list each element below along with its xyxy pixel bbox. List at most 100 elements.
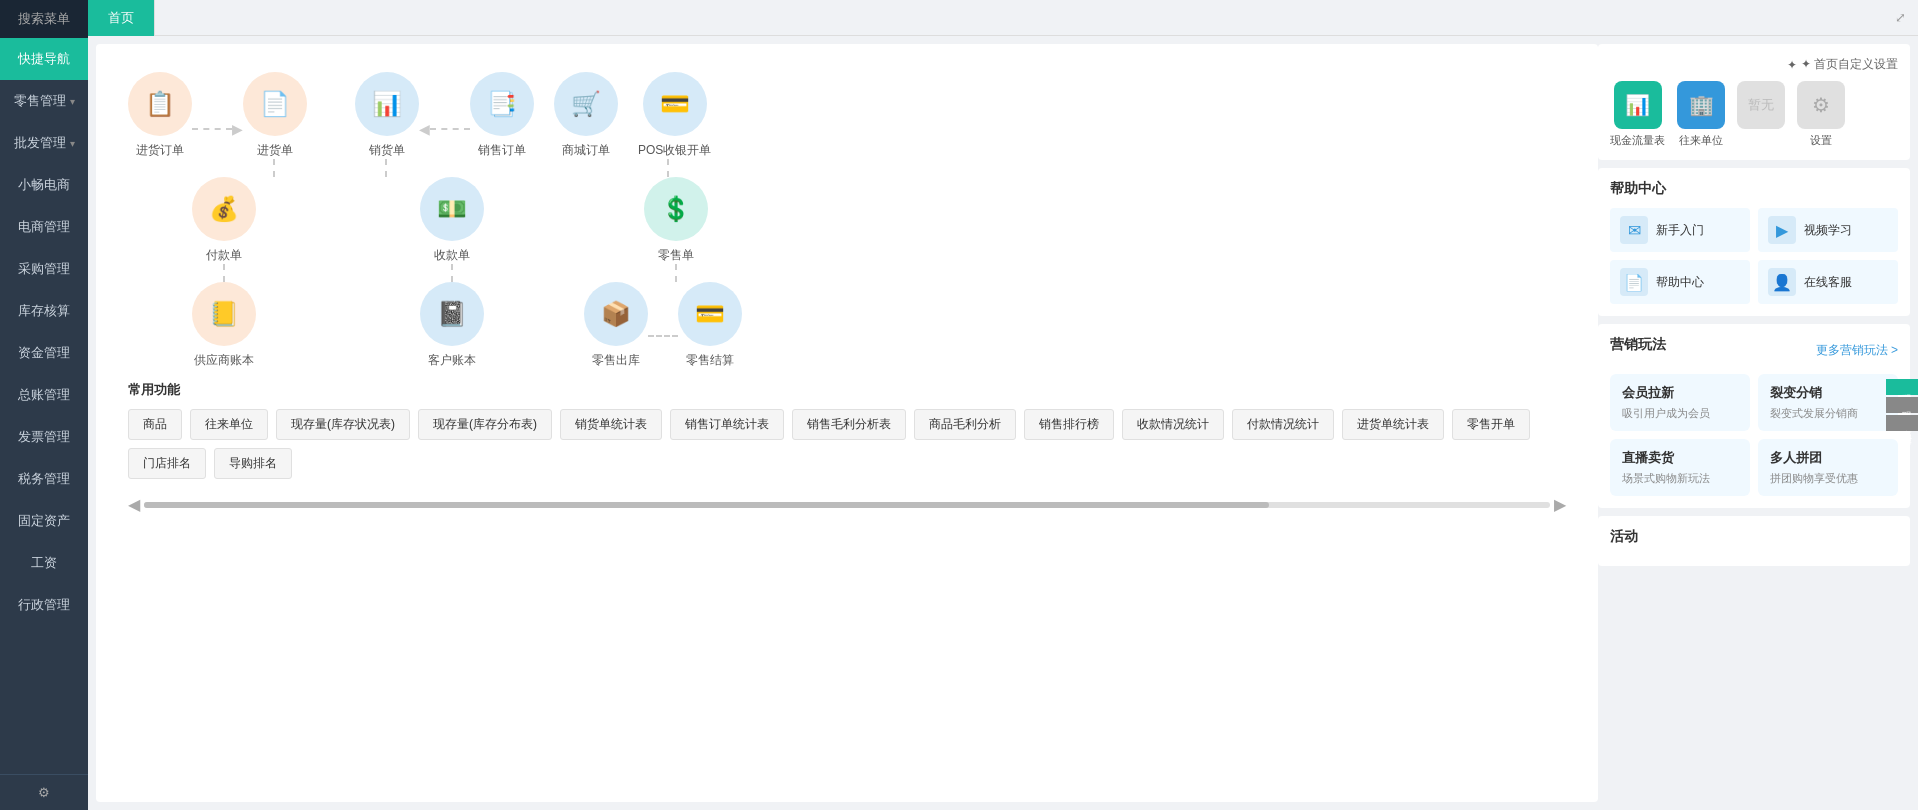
func-btn-sales-profit[interactable]: 销售毛利分析表 bbox=[792, 409, 906, 440]
marketing-item-fission[interactable]: 裂变分销 裂变式发展分销商 bbox=[1758, 374, 1898, 431]
func-btn-stock-status[interactable]: 现存量(库存状况表) bbox=[276, 409, 410, 440]
flow-node-purchase-order[interactable]: 📋 进货订单 bbox=[128, 72, 192, 159]
help-item-video[interactable]: ▶ 视频学习 bbox=[1758, 208, 1898, 252]
marketing-item-member[interactable]: 会员拉新 吸引用户成为会员 bbox=[1610, 374, 1750, 431]
help-center-icon: 📄 bbox=[1620, 268, 1648, 296]
flow-node-retail-bill[interactable]: 💲 零售单 bbox=[644, 177, 708, 264]
right-panel: ✦ ✦ 首页自定义设置 📊 现金流量表 🏢 往来单位 暂无 bbox=[1598, 36, 1918, 810]
sidebar-item-ecommerce[interactable]: 电商管理 bbox=[0, 206, 88, 248]
sidebar-item-invoice[interactable]: 发票管理 bbox=[0, 416, 88, 458]
float-btn-community[interactable]: 服务社区 bbox=[1886, 397, 1918, 413]
marketing-card: 营销玩法 更多营销玩法 > 会员拉新 吸引用户成为会员 裂变分销 裂变式发展分销… bbox=[1598, 324, 1910, 508]
func-btn-payment-stat[interactable]: 付款情况统计 bbox=[1232, 409, 1334, 440]
sidebar-item-wholesale[interactable]: 批发管理 ▾ bbox=[0, 122, 88, 164]
settings-quick-label: 设置 bbox=[1810, 133, 1832, 148]
func-btn-sales-stat[interactable]: 销货单统计表 bbox=[560, 409, 662, 440]
sidebar-item-admin[interactable]: 行政管理 bbox=[0, 584, 88, 626]
scroll-thumb bbox=[144, 502, 1269, 508]
flow-node-customer-account[interactable]: 📓 客户账本 bbox=[420, 282, 484, 369]
flow-node-sales-order[interactable]: 📑 销售订单 bbox=[470, 72, 534, 159]
customize-icon: ✦ bbox=[1787, 58, 1797, 72]
float-btn-desktop[interactable]: 桌面快捷 bbox=[1886, 415, 1918, 431]
member-desc: 吸引用户成为会员 bbox=[1622, 406, 1738, 421]
marketing-item-group[interactable]: 多人拼团 拼团购物享受优惠 bbox=[1758, 439, 1898, 496]
flow-node-pos[interactable]: 💳 POS收银开单 bbox=[638, 72, 711, 159]
sidebar-item-assets[interactable]: 固定资产 bbox=[0, 500, 88, 542]
live-desc: 场景式购物新玩法 bbox=[1622, 471, 1738, 486]
sidebar-item-ecommerce-small[interactable]: 小畅电商 bbox=[0, 164, 88, 206]
sidebar-item-ledger[interactable]: 总账管理 bbox=[0, 374, 88, 416]
scroll-right-icon[interactable]: ▶ bbox=[1554, 495, 1566, 514]
quick-access-card: ✦ ✦ 首页自定义设置 📊 现金流量表 🏢 往来单位 暂无 bbox=[1598, 44, 1910, 160]
common-func-section: 常用功能 商品 往来单位 现存量(库存状况表) 现存量(库存分布表) 销货单统计… bbox=[112, 369, 1582, 491]
tab-home[interactable]: 首页 bbox=[88, 0, 155, 36]
quick-icon-cashflow[interactable]: 📊 现金流量表 bbox=[1610, 81, 1665, 148]
func-btn-contacts[interactable]: 往来单位 bbox=[190, 409, 268, 440]
retail-bill-icon: 💲 bbox=[644, 177, 708, 241]
help-center-label: 帮助中心 bbox=[1656, 274, 1704, 291]
sidebar-item-purchase[interactable]: 采购管理 bbox=[0, 248, 88, 290]
flow-node-retail-out[interactable]: 📦 零售出库 bbox=[584, 282, 648, 369]
marketing-title: 营销玩法 bbox=[1610, 336, 1666, 354]
empty-icon: 暂无 bbox=[1737, 81, 1785, 129]
supplier-account-icon: 📒 bbox=[192, 282, 256, 346]
func-btn-goods-profit[interactable]: 商品毛利分析 bbox=[914, 409, 1016, 440]
sidebar-item-salary[interactable]: 工资 bbox=[0, 542, 88, 584]
flow-node-sales[interactable]: 📊 销货单 bbox=[355, 72, 419, 159]
flow-node-supplier-account[interactable]: 📒 供应商账本 bbox=[192, 282, 256, 369]
common-func-title: 常用功能 bbox=[128, 381, 1566, 399]
sidebar-settings[interactable]: ⚙ bbox=[0, 774, 88, 810]
payment-icon: 💰 bbox=[192, 177, 256, 241]
marketing-more-link[interactable]: 更多营销玩法 > bbox=[1816, 342, 1898, 359]
scroll-left-icon[interactable]: ◀ bbox=[128, 495, 140, 514]
quick-icon-settings[interactable]: ⚙ 设置 bbox=[1797, 81, 1845, 148]
member-title: 会员拉新 bbox=[1622, 384, 1738, 402]
flow-node-purchase[interactable]: 📄 进货单 bbox=[243, 72, 307, 159]
sidebar-item-inventory[interactable]: 库存核算 bbox=[0, 290, 88, 332]
sidebar-item-tax[interactable]: 税务管理 bbox=[0, 458, 88, 500]
content-area: 📋 进货订单 ▶ 📄 进货单 bbox=[88, 36, 1918, 810]
online-label: 在线客服 bbox=[1804, 274, 1852, 291]
func-btn-goods[interactable]: 商品 bbox=[128, 409, 182, 440]
scrollbar-row: ◀ ▶ bbox=[112, 491, 1582, 518]
func-btn-sales-order-stat[interactable]: 销售订单统计表 bbox=[670, 409, 784, 440]
float-btn-hotline[interactable]: 客服热线 bbox=[1886, 379, 1918, 395]
customize-label[interactable]: ✦ 首页自定义设置 bbox=[1801, 56, 1898, 73]
func-btn-retail-order[interactable]: 零售开单 bbox=[1452, 409, 1530, 440]
help-item-beginner[interactable]: ✉ 新手入门 bbox=[1610, 208, 1750, 252]
func-btn-receipt-stat[interactable]: 收款情况统计 bbox=[1122, 409, 1224, 440]
quick-icons-row: 📊 现金流量表 🏢 往来单位 暂无 ⚙ 设置 bbox=[1610, 81, 1898, 148]
func-btn-store-rank[interactable]: 门店排名 bbox=[128, 448, 206, 479]
sidebar-item-retail[interactable]: 零售管理 ▾ bbox=[0, 80, 88, 122]
tab-expand-icon[interactable]: ⤢ bbox=[1883, 10, 1918, 25]
settings-quick-icon: ⚙ bbox=[1797, 81, 1845, 129]
flow-node-mall-order[interactable]: 🛒 商城订单 bbox=[554, 72, 618, 159]
flow-node-payment[interactable]: 💰 付款单 bbox=[192, 177, 256, 264]
contacts-icon: 🏢 bbox=[1677, 81, 1725, 129]
arrow-icon: ▾ bbox=[70, 138, 75, 149]
activity-title: 活动 bbox=[1610, 528, 1898, 546]
fission-title: 裂变分销 bbox=[1770, 384, 1886, 402]
func-btn-purchase-stat[interactable]: 进货单统计表 bbox=[1342, 409, 1444, 440]
sidebar-item-quick-nav[interactable]: 快捷导航 bbox=[0, 38, 88, 80]
func-btn-guide-rank[interactable]: 导购排名 bbox=[214, 448, 292, 479]
help-card: 帮助中心 ✉ 新手入门 ▶ 视频学习 📄 帮助中心 👤 bbox=[1598, 168, 1910, 316]
func-btn-sales-rank[interactable]: 销售排行榜 bbox=[1024, 409, 1114, 440]
sidebar-item-label: 快捷导航 bbox=[18, 50, 70, 68]
func-btn-stock-dist[interactable]: 现存量(库存分布表) bbox=[418, 409, 552, 440]
help-item-center[interactable]: 📄 帮助中心 bbox=[1610, 260, 1750, 304]
help-item-online[interactable]: 👤 在线客服 bbox=[1758, 260, 1898, 304]
fission-desc: 裂变式发展分销商 bbox=[1770, 406, 1886, 421]
flow-node-retail-settle[interactable]: 💳 零售结算 bbox=[678, 282, 742, 369]
marketing-item-live[interactable]: 直播卖货 场景式购物新玩法 bbox=[1610, 439, 1750, 496]
flow-node-receipt[interactable]: 💵 收款单 bbox=[420, 177, 484, 264]
live-title: 直播卖货 bbox=[1622, 449, 1738, 467]
purchase-order-icon: 📋 bbox=[128, 72, 192, 136]
scroll-track[interactable] bbox=[144, 502, 1550, 508]
sidebar-item-finance[interactable]: 资金管理 bbox=[0, 332, 88, 374]
sidebar-search[interactable]: 搜索菜单 bbox=[0, 0, 88, 38]
marketing-header: 营销玩法 更多营销玩法 > bbox=[1610, 336, 1898, 364]
quick-icon-empty[interactable]: 暂无 bbox=[1737, 81, 1785, 133]
func-grid: 商品 往来单位 现存量(库存状况表) 现存量(库存分布表) 销货单统计表 销售订… bbox=[128, 409, 1566, 479]
quick-icon-contacts[interactable]: 🏢 往来单位 bbox=[1677, 81, 1725, 148]
